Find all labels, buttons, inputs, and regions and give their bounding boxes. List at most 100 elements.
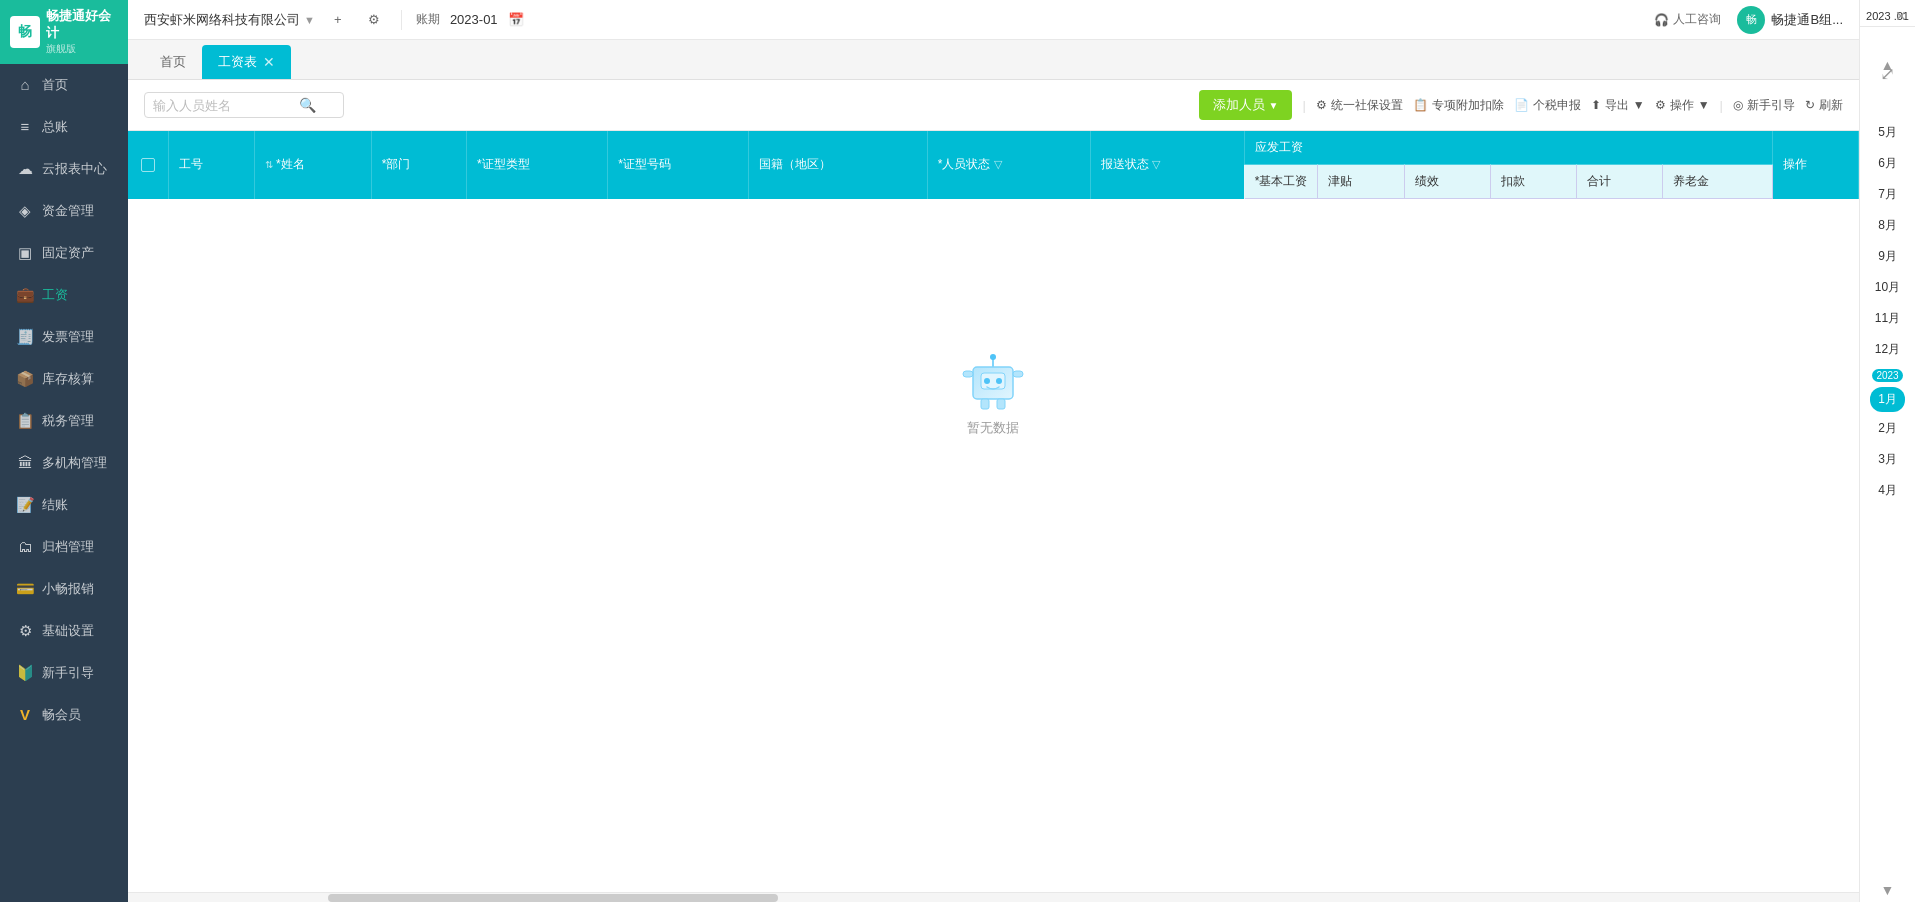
export-button[interactable]: ⬆ 导出 ▼ [1591, 97, 1645, 114]
sidebar-item-label: 发票管理 [42, 328, 94, 346]
operations-button[interactable]: ⚙ 操作 ▼ [1655, 97, 1710, 114]
sidebar-item-guide[interactable]: 🔰 新手引导 [0, 652, 128, 694]
support-button[interactable]: 🎧 人工咨询 [1654, 11, 1721, 28]
right-panel: 2023 .01 ✕ ⤢ ▲ 5月 6月 7月 8月 9月 10月 11月 12… [1859, 0, 1915, 902]
period-year: 2023 [1866, 10, 1890, 22]
company-dropdown-icon: ▼ [304, 14, 315, 26]
salary-table: 工号 ⇅ *姓名 *部门 *证型类型 *证型号码 国籍（地区） *人员状态 ▽ … [128, 131, 1859, 577]
sidebar-item-tax[interactable]: 📋 税务管理 [0, 400, 128, 442]
expense-icon: 💳 [16, 580, 34, 598]
th-report-status: 报送状态 ▽ [1090, 131, 1244, 199]
calendar-icon[interactable]: 📅 [508, 12, 524, 27]
refresh-button[interactable]: ↻ 刷新 [1805, 97, 1843, 114]
th-total: 合计 [1577, 165, 1663, 199]
user-menu[interactable]: 畅 畅捷通B组... [1737, 6, 1843, 34]
th-id-no: *证型号码 [608, 131, 749, 199]
month-item-11[interactable]: 11月 [1860, 303, 1915, 334]
social-insurance-button[interactable]: ⚙ 统一社保设置 [1316, 97, 1403, 114]
sidebar-item-label: 云报表中心 [42, 160, 107, 178]
settings-button[interactable]: ⚙ [361, 7, 387, 33]
right-panel-close-button[interactable]: ✕ [1895, 8, 1907, 24]
sidebar-item-home[interactable]: ⌂ 首页 [0, 64, 128, 106]
month-item-8[interactable]: 8月 [1860, 210, 1915, 241]
tab-home[interactable]: 首页 [144, 45, 202, 79]
company-selector[interactable]: 西安虾米网络科技有限公司 ▼ [144, 11, 315, 29]
sidebar-item-expense[interactable]: 💳 小畅报销 [0, 568, 128, 610]
month-item-6[interactable]: 6月 [1860, 148, 1915, 179]
sidebar-item-ledger[interactable]: ≡ 总账 [0, 106, 128, 148]
sidebar-item-cloud-report[interactable]: ☁ 云报表中心 [0, 148, 128, 190]
sidebar-item-invoice[interactable]: 🧾 发票管理 [0, 316, 128, 358]
select-all-checkbox[interactable] [141, 158, 155, 172]
cloud-icon: ☁ [16, 160, 34, 178]
add-person-button[interactable]: 添加人员 ▼ [1199, 90, 1293, 120]
month-item-3[interactable]: 3月 [1860, 444, 1915, 475]
topbar: 西安虾米网络科技有限公司 ▼ + ⚙ 账期 2023-01 📅 🎧 人工咨询 畅… [128, 0, 1859, 40]
month-item-10[interactable]: 10月 [1860, 272, 1915, 303]
sidebar-item-inventory[interactable]: 📦 库存核算 [0, 358, 128, 400]
search-input[interactable] [153, 98, 293, 113]
month-item-7[interactable]: 7月 [1860, 179, 1915, 210]
special-deduction-icon: 📋 [1413, 98, 1428, 112]
th-performance: 绩效 [1404, 165, 1490, 199]
report-status-filter-icon[interactable]: ▽ [1152, 158, 1160, 170]
sidebar-item-fund[interactable]: ◈ 资金管理 [0, 190, 128, 232]
logo[interactable]: 畅 畅捷通好会计 旗舰版 [0, 0, 128, 64]
month-item-9[interactable]: 9月 [1860, 241, 1915, 272]
refresh-label: 刷新 [1819, 97, 1843, 114]
sidebar-item-multi-org[interactable]: 🏛 多机构管理 [0, 442, 128, 484]
dropdown-icon: ▼ [1269, 100, 1279, 111]
sidebar-item-label: 总账 [42, 118, 68, 136]
user-name: 畅捷通B组... [1771, 11, 1843, 29]
sidebar-item-archive[interactable]: 🗂 归档管理 [0, 526, 128, 568]
th-actions: 操作 [1772, 131, 1858, 199]
th-nationality: 国籍（地区） [749, 131, 927, 199]
empty-state: 暂无数据 [128, 259, 1859, 517]
svg-rect-8 [981, 399, 989, 409]
sidebar-item-label: 工资 [42, 286, 68, 304]
scroll-down-button[interactable]: ▼ [1860, 878, 1915, 902]
toolbar-actions: 添加人员 ▼ | ⚙ 统一社保设置 📋 专项附加扣除 📄 个税申报 ⬆ 导出 ▼ [1199, 90, 1843, 120]
table-body: 暂无数据 [128, 199, 1859, 578]
month-item-4[interactable]: 4月 [1860, 475, 1915, 506]
month-item-2[interactable]: 2月 [1860, 413, 1915, 444]
guide-button[interactable]: ◎ 新手引导 [1733, 97, 1795, 114]
sidebar-item-settings[interactable]: ⚙ 基础设置 [0, 610, 128, 652]
close-icon[interactable]: ✕ [263, 55, 275, 69]
sidebar-item-settlement[interactable]: 📝 结账 [0, 484, 128, 526]
month-item-12[interactable]: 12月 [1860, 334, 1915, 365]
add-company-button[interactable]: + [325, 7, 351, 33]
export-icon: ⬆ [1591, 98, 1601, 112]
sort-icon[interactable]: ⇅ [265, 159, 273, 170]
right-panel-expand-button[interactable]: ⤢ [1880, 63, 1895, 85]
svg-rect-7 [1013, 371, 1023, 377]
svg-rect-6 [963, 371, 973, 377]
sidebar-item-salary[interactable]: 💼 工资 [0, 274, 128, 316]
sidebar-nav: ⌂ 首页 ≡ 总账 ☁ 云报表中心 ◈ 资金管理 ▣ 固定资产 💼 工资 🧾 发… [0, 64, 128, 902]
month-item-5[interactable]: 5月 [1860, 117, 1915, 148]
operations-label: 操作 [1670, 97, 1694, 114]
special-deduction-button[interactable]: 📋 专项附加扣除 [1413, 97, 1504, 114]
horizontal-scrollbar[interactable] [128, 892, 1859, 902]
month-item-1-active[interactable]: 1月 [1870, 387, 1905, 412]
svg-rect-9 [997, 399, 1005, 409]
th-allowance: 津贴 [1318, 165, 1404, 199]
sidebar: 畅 畅捷通好会计 旗舰版 ⌂ 首页 ≡ 总账 ☁ 云报表中心 ◈ 资金管理 ▣ … [0, 0, 128, 902]
gear-icon: ⚙ [368, 12, 380, 27]
scrollbar-thumb[interactable] [328, 894, 778, 902]
invoice-icon: 🧾 [16, 328, 34, 346]
tax-report-button[interactable]: 📄 个税申报 [1514, 97, 1581, 114]
topbar-divider [401, 10, 402, 30]
th-payroll-group: 应发工资 [1244, 131, 1772, 165]
sidebar-item-label: 基础设置 [42, 622, 94, 640]
person-status-filter-icon[interactable]: ▽ [994, 158, 1002, 170]
sidebar-item-member[interactable]: V 畅会员 [0, 694, 128, 736]
sidebar-item-fixed-assets[interactable]: ▣ 固定资产 [0, 232, 128, 274]
sidebar-item-label: 资金管理 [42, 202, 94, 220]
sidebar-item-label: 结账 [42, 496, 68, 514]
month-list: 5月 6月 7月 8月 9月 10月 11月 12月 2023 1月 2月 3月… [1860, 117, 1915, 878]
salary-icon: 💼 [16, 286, 34, 304]
tab-salary[interactable]: 工资表 ✕ [202, 45, 291, 79]
th-base-salary: *基本工资 [1244, 165, 1318, 199]
inventory-icon: 📦 [16, 370, 34, 388]
